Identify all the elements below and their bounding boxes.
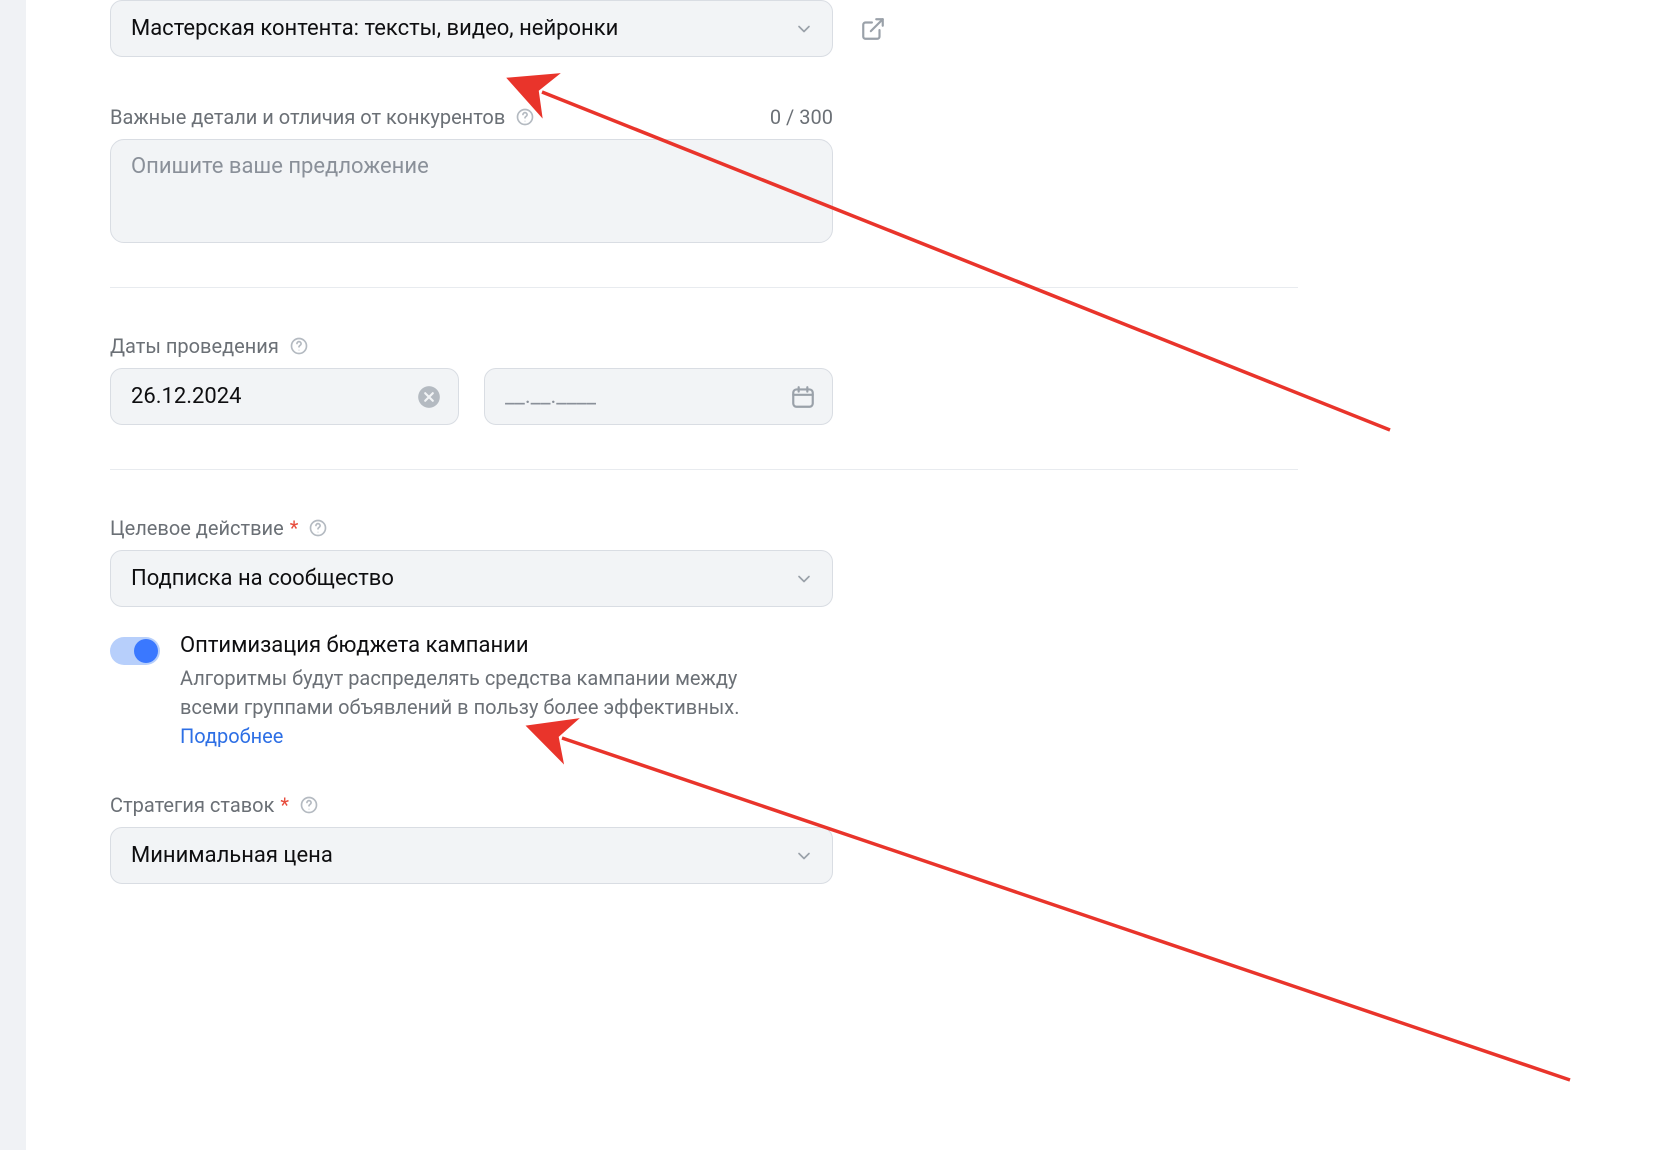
divider — [110, 287, 1298, 288]
details-placeholder: Опишите ваше предложение — [131, 154, 429, 179]
required-asterisk: * — [290, 516, 299, 540]
divider — [110, 469, 1298, 470]
budget-opt-desc: Алгоритмы будут распределять средства ка… — [180, 664, 760, 751]
date-start-value: 26.12.2024 — [131, 384, 242, 409]
toggle-knob — [134, 639, 158, 663]
content-select-value: Мастерская контента: тексты, видео, нейр… — [131, 16, 618, 41]
details-counter: 0 / 300 — [770, 105, 833, 129]
help-icon[interactable] — [308, 518, 328, 538]
chevron-down-icon — [794, 569, 814, 589]
date-start-input[interactable]: 26.12.2024 — [110, 368, 459, 425]
target-action-value: Подписка на сообщество — [131, 566, 394, 591]
budget-opt-title: Оптимизация бюджета кампании — [180, 633, 760, 658]
bid-strategy-select[interactable]: Минимальная цена — [110, 827, 833, 884]
details-label: Важные детали и отличия от конкурентов — [110, 105, 505, 129]
date-end-placeholder: __.__.____ — [505, 384, 596, 409]
target-action-select[interactable]: Подписка на сообщество — [110, 550, 833, 607]
budget-opt-more-link[interactable]: Подробнее — [180, 724, 283, 748]
required-asterisk: * — [280, 793, 289, 817]
chevron-down-icon — [794, 846, 814, 866]
date-end-input[interactable]: __.__.____ — [484, 368, 833, 425]
target-label: Целевое действие — [110, 516, 284, 540]
open-external-icon[interactable] — [860, 16, 886, 42]
budget-opt-desc-text: Алгоритмы будут распределять средства ка… — [180, 666, 739, 719]
help-icon[interactable] — [515, 107, 535, 127]
clear-icon[interactable] — [416, 384, 442, 410]
help-icon[interactable] — [299, 795, 319, 815]
dates-label: Даты проведения — [110, 334, 279, 358]
help-icon[interactable] — [289, 336, 309, 356]
calendar-icon[interactable] — [790, 384, 816, 410]
budget-optimization-toggle[interactable] — [110, 637, 160, 665]
bid-strategy-label: Стратегия ставок — [110, 793, 274, 817]
bid-strategy-value: Минимальная цена — [131, 843, 333, 868]
chevron-down-icon — [794, 19, 814, 39]
content-select[interactable]: Мастерская контента: тексты, видео, нейр… — [110, 0, 833, 57]
details-textarea[interactable]: Опишите ваше предложение — [110, 139, 833, 243]
